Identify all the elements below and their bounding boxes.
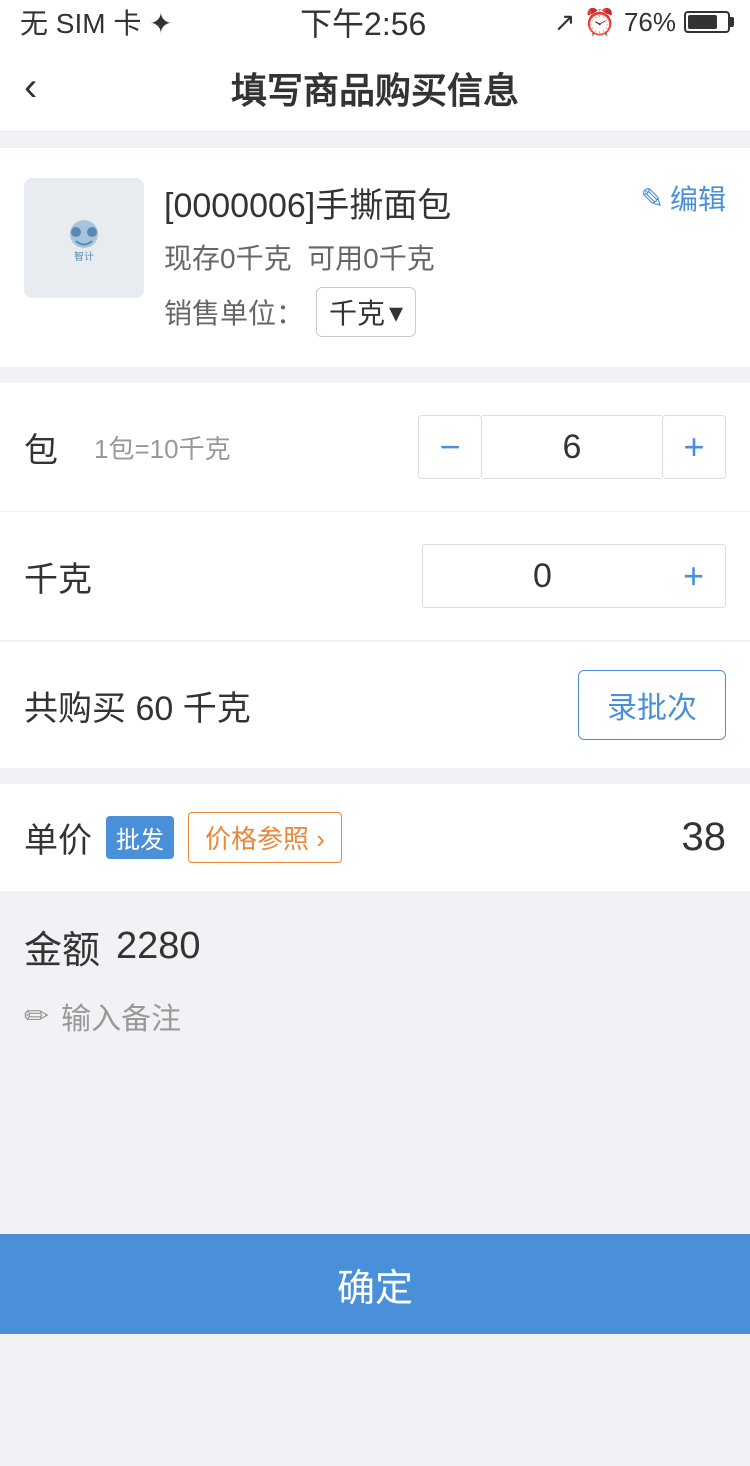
total-text: 共购买 60 千克 [24,681,251,730]
kg-controls: + [422,544,726,608]
edit-icon: ✎ [641,182,664,215]
back-button[interactable]: ‹ [24,65,37,110]
pkg-input[interactable] [482,415,662,479]
product-title: 手撕面包 [315,187,451,225]
pkg-quantity-row: 包 1包=10千克 − + [0,383,750,512]
kg-label: 千克 [24,552,92,601]
amount-row: 金额 2280 [24,919,726,974]
pkg-sublabel: 1包=10千克 [94,429,418,466]
product-unit: 销售单位： 千克 ▾ [164,287,621,337]
price-ref-button[interactable]: 价格参照 › [188,812,342,863]
page-title: 填写商品购买信息 [231,62,519,114]
pkg-label: 包 [24,423,84,472]
confirm-button[interactable]: 确定 [0,1234,750,1334]
price-label: 单价 [24,813,92,862]
price-type-tag: 批发 [106,816,174,859]
status-right: ↗ ⏰ 76% [554,7,730,38]
nav-bar: ‹ 填写商品购买信息 [0,44,750,132]
product-name: [0000006]手撕面包 [164,178,621,227]
unit-prefix: 销售单位： [164,292,304,332]
alarm-icon: ⏰ [584,7,616,38]
edit-button[interactable]: ✎ 编辑 [641,178,726,218]
pkg-controls: − + [418,415,726,479]
product-stock: 现存0千克 可用0千克 [164,237,621,277]
svg-text:智计: 智计 [74,250,94,263]
product-info: [0000006]手撕面包 现存0千克 可用0千克 销售单位： 千克 ▾ [164,178,621,337]
kg-plus-button[interactable]: + [662,544,726,608]
total-qty: 60 [135,690,173,728]
price-section: 单价 批发 价格参照 › 38 [0,784,750,891]
stock-label: 现存0千克 [164,243,292,274]
battery-percent: 76% [624,7,676,38]
remark-row[interactable]: ✏ 输入备注 [24,994,726,1038]
battery-icon [684,11,730,33]
price-value: 38 [682,815,727,860]
remark-placeholder[interactable]: 输入备注 [61,994,181,1038]
product-logo: 智计 [54,208,114,268]
unit-selector[interactable]: 千克 ▾ [316,287,416,337]
product-code: [0000006] [164,187,315,225]
total-unit: 千克 [183,690,251,728]
quantity-section: 包 1包=10千克 − + 千克 + 共购买 60 千克 录批次 [0,383,750,768]
status-bar: 无 SIM 卡 ✦ 下午2:56 ↗ ⏰ 76% [0,0,750,44]
status-time: 下午2:56 [300,0,426,45]
price-left: 单价 批发 价格参照 › [24,812,342,863]
remark-icon: ✏ [24,999,49,1034]
kg-input[interactable] [422,544,662,608]
product-card: 智计 [0000006]手撕面包 现存0千克 可用0千克 销售单位： 千克 ▾ … [0,148,750,367]
available-label: 可用0千克 [307,243,435,274]
kg-quantity-row: 千克 + [0,512,750,641]
unit-value: 千克 [329,292,385,332]
total-row: 共购买 60 千克 录批次 [0,641,750,768]
product-image: 智计 [24,178,144,298]
unit-chevron: ▾ [389,296,403,329]
amount-value: 2280 [116,925,201,968]
edit-label: 编辑 [670,178,726,218]
amount-label: 金额 [24,919,100,974]
pkg-plus-button[interactable]: + [662,415,726,479]
battery-fill [688,15,717,29]
status-left: 无 SIM 卡 ✦ [20,2,173,42]
amount-section: 金额 2280 ✏ 输入备注 [0,891,750,1066]
price-row: 单价 批发 价格参照 › 38 [24,812,726,863]
sim-status: 无 SIM 卡 ✦ [20,2,173,42]
batch-button[interactable]: 录批次 [578,670,726,740]
pkg-minus-button[interactable]: − [418,415,482,479]
location-icon: ↗ [554,7,576,38]
total-label: 共购买 [24,690,126,728]
